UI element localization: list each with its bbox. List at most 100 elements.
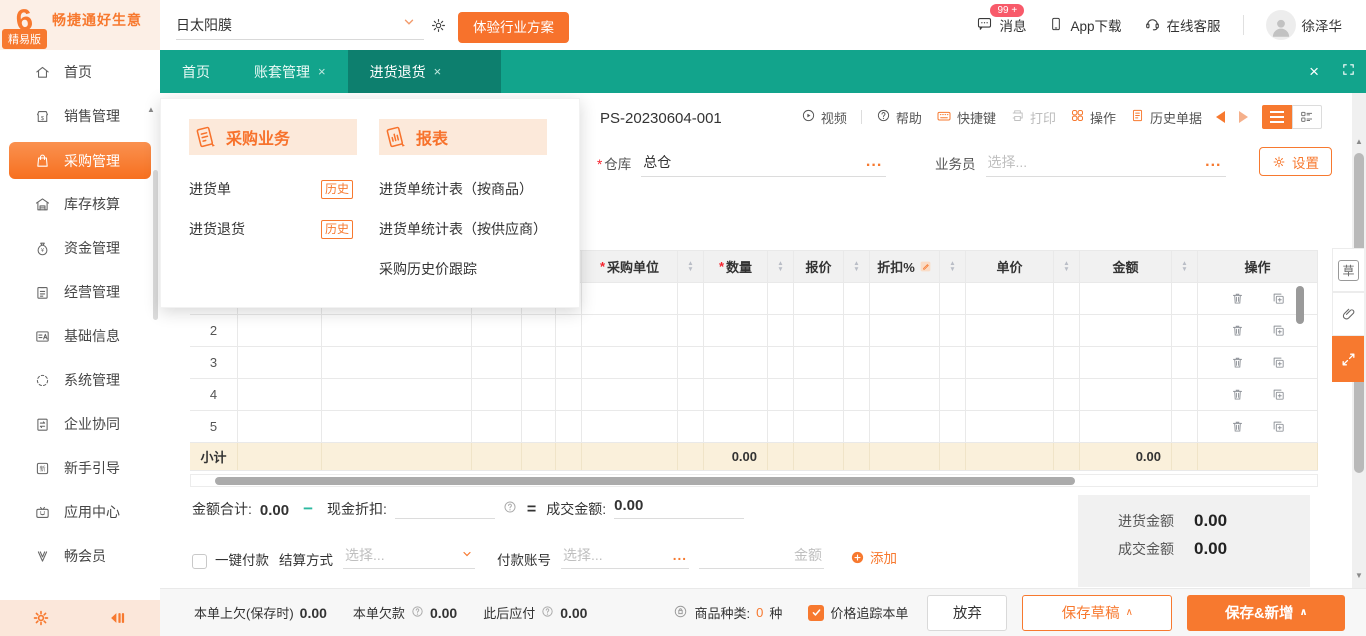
- messages-button[interactable]: 99 + 消息: [976, 15, 1026, 35]
- table-cell[interactable]: [1080, 411, 1172, 442]
- table-cell[interactable]: [794, 315, 844, 346]
- history-docs-button[interactable]: 历史单据: [1130, 108, 1202, 127]
- question-icon[interactable]: [541, 605, 554, 621]
- hotkeys-button[interactable]: 快捷键: [936, 108, 996, 127]
- menu-item[interactable]: 采购历史价跟踪: [379, 249, 547, 289]
- abandon-button[interactable]: 放弃: [927, 595, 1007, 631]
- table-cell[interactable]: [966, 347, 1054, 378]
- menu-item[interactable]: 进货退货历史: [189, 209, 357, 249]
- next-doc-icon[interactable]: [1239, 111, 1248, 123]
- table-cell[interactable]: [472, 379, 522, 410]
- column-header[interactable]: 报价: [794, 251, 844, 282]
- column-header[interactable]: 折扣%: [870, 251, 940, 282]
- table-cell[interactable]: [940, 347, 966, 378]
- scroll-down-icon[interactable]: ▼: [1355, 571, 1363, 580]
- table-cell[interactable]: [966, 315, 1054, 346]
- delete-row-icon[interactable]: [1230, 387, 1245, 402]
- table-cell[interactable]: [870, 379, 940, 410]
- column-header[interactable]: 单价: [966, 251, 1054, 282]
- sort-icon[interactable]: ▲▼: [687, 261, 693, 273]
- table-cell[interactable]: [940, 379, 966, 410]
- sort-icon[interactable]: ▲▼: [949, 261, 955, 273]
- tab-3[interactable]: 进货退货×: [348, 50, 502, 93]
- pay-account-picker-ellipsis[interactable]: ...: [673, 548, 687, 563]
- sort-icon[interactable]: ▲▼: [1063, 261, 1069, 273]
- table-cell[interactable]: [940, 411, 966, 442]
- table-cell[interactable]: [966, 379, 1054, 410]
- table-cell[interactable]: [556, 411, 582, 442]
- print-button[interactable]: 打印: [1010, 108, 1056, 127]
- sidebar-scrollbar[interactable]: [153, 170, 158, 320]
- table-cell[interactable]: [678, 315, 704, 346]
- sidebar-item-5[interactable]: ¥资金管理: [0, 226, 160, 270]
- user-menu[interactable]: 徐泽华: [1266, 10, 1343, 40]
- table-cell[interactable]: [522, 347, 556, 378]
- table-cell[interactable]: [678, 283, 704, 314]
- sidebar-item-11[interactable]: 应用中心: [0, 490, 160, 534]
- sidebar-item-4[interactable]: 库存核算: [0, 182, 160, 226]
- table-cell[interactable]: [870, 347, 940, 378]
- table-cell[interactable]: [940, 283, 966, 314]
- help-button[interactable]: 帮助: [876, 108, 922, 127]
- close-all-icon[interactable]: ×: [1309, 62, 1319, 82]
- table-cell[interactable]: [556, 379, 582, 410]
- horizontal-scrollbar-thumb[interactable]: [215, 477, 1075, 485]
- column-header[interactable]: 金额: [1080, 251, 1172, 282]
- prev-doc-icon[interactable]: [1216, 111, 1225, 123]
- sort-icon[interactable]: ▲▼: [853, 261, 859, 273]
- table-cell[interactable]: [704, 379, 768, 410]
- menu-item[interactable]: 进货单统计表（按供应商）: [379, 209, 547, 249]
- table-cell[interactable]: [1080, 283, 1172, 314]
- fullscreen-icon[interactable]: [1341, 62, 1356, 82]
- history-tag[interactable]: 历史: [321, 180, 353, 199]
- sidebar-item-10[interactable]: 新新手引导: [0, 446, 160, 490]
- table-cell[interactable]: [1054, 411, 1080, 442]
- column-header[interactable]: *数量: [704, 251, 768, 282]
- table-cell[interactable]: [472, 411, 522, 442]
- pay-amount-field[interactable]: 金额: [699, 545, 824, 569]
- online-service-button[interactable]: 在线客服: [1144, 15, 1221, 35]
- attachment-button[interactable]: [1332, 292, 1364, 336]
- question-icon[interactable]: [503, 500, 517, 517]
- table-cell[interactable]: [1080, 379, 1172, 410]
- delete-row-icon[interactable]: [1230, 419, 1245, 434]
- table-cell[interactable]: [556, 315, 582, 346]
- sidebar-item-2[interactable]: $销售管理: [0, 94, 160, 138]
- table-cell[interactable]: [582, 315, 678, 346]
- table-cell[interactable]: [768, 379, 794, 410]
- close-icon[interactable]: ×: [318, 64, 326, 79]
- deal-amount-input[interactable]: 0.00: [614, 497, 744, 519]
- cash-discount-input[interactable]: [395, 497, 495, 519]
- scroll-up-icon[interactable]: ▲: [1355, 137, 1363, 146]
- table-cell[interactable]: [768, 283, 794, 314]
- sidebar-item-8[interactable]: 系统管理: [0, 358, 160, 402]
- history-tag[interactable]: 历史: [321, 220, 353, 239]
- table-cell[interactable]: [678, 411, 704, 442]
- table-cell[interactable]: [322, 315, 472, 346]
- actions-button[interactable]: 操作: [1070, 108, 1116, 127]
- sidebar-item-7[interactable]: 基础信息: [0, 314, 160, 358]
- sidebar-item-12[interactable]: 畅会员: [0, 534, 160, 578]
- delete-row-icon[interactable]: [1230, 323, 1245, 338]
- table-cell[interactable]: [1054, 283, 1080, 314]
- sidebar-item-3[interactable]: 采购管理: [9, 142, 151, 179]
- table-cell[interactable]: [704, 347, 768, 378]
- table-cell[interactable]: [582, 379, 678, 410]
- table-cell[interactable]: [844, 315, 870, 346]
- one-click-pay-checkbox[interactable]: [192, 554, 207, 569]
- tab-2[interactable]: 账套管理×: [232, 50, 348, 93]
- table-cell[interactable]: [582, 347, 678, 378]
- table-cell[interactable]: [794, 379, 844, 410]
- table-scrollbar-thumb[interactable]: [1296, 286, 1304, 324]
- delete-row-icon[interactable]: [1230, 291, 1245, 306]
- table-cell[interactable]: [582, 411, 678, 442]
- table-cell[interactable]: [1172, 379, 1198, 410]
- table-cell[interactable]: [322, 379, 472, 410]
- column-header[interactable]: *采购单位: [582, 251, 678, 282]
- table-cell[interactable]: [238, 315, 322, 346]
- menu-item[interactable]: 进货单历史: [189, 169, 357, 209]
- trial-solution-button[interactable]: 体验行业方案: [458, 12, 569, 43]
- table-cell[interactable]: [844, 347, 870, 378]
- table-cell[interactable]: [1172, 347, 1198, 378]
- sort-icon[interactable]: ▲▼: [1181, 261, 1187, 273]
